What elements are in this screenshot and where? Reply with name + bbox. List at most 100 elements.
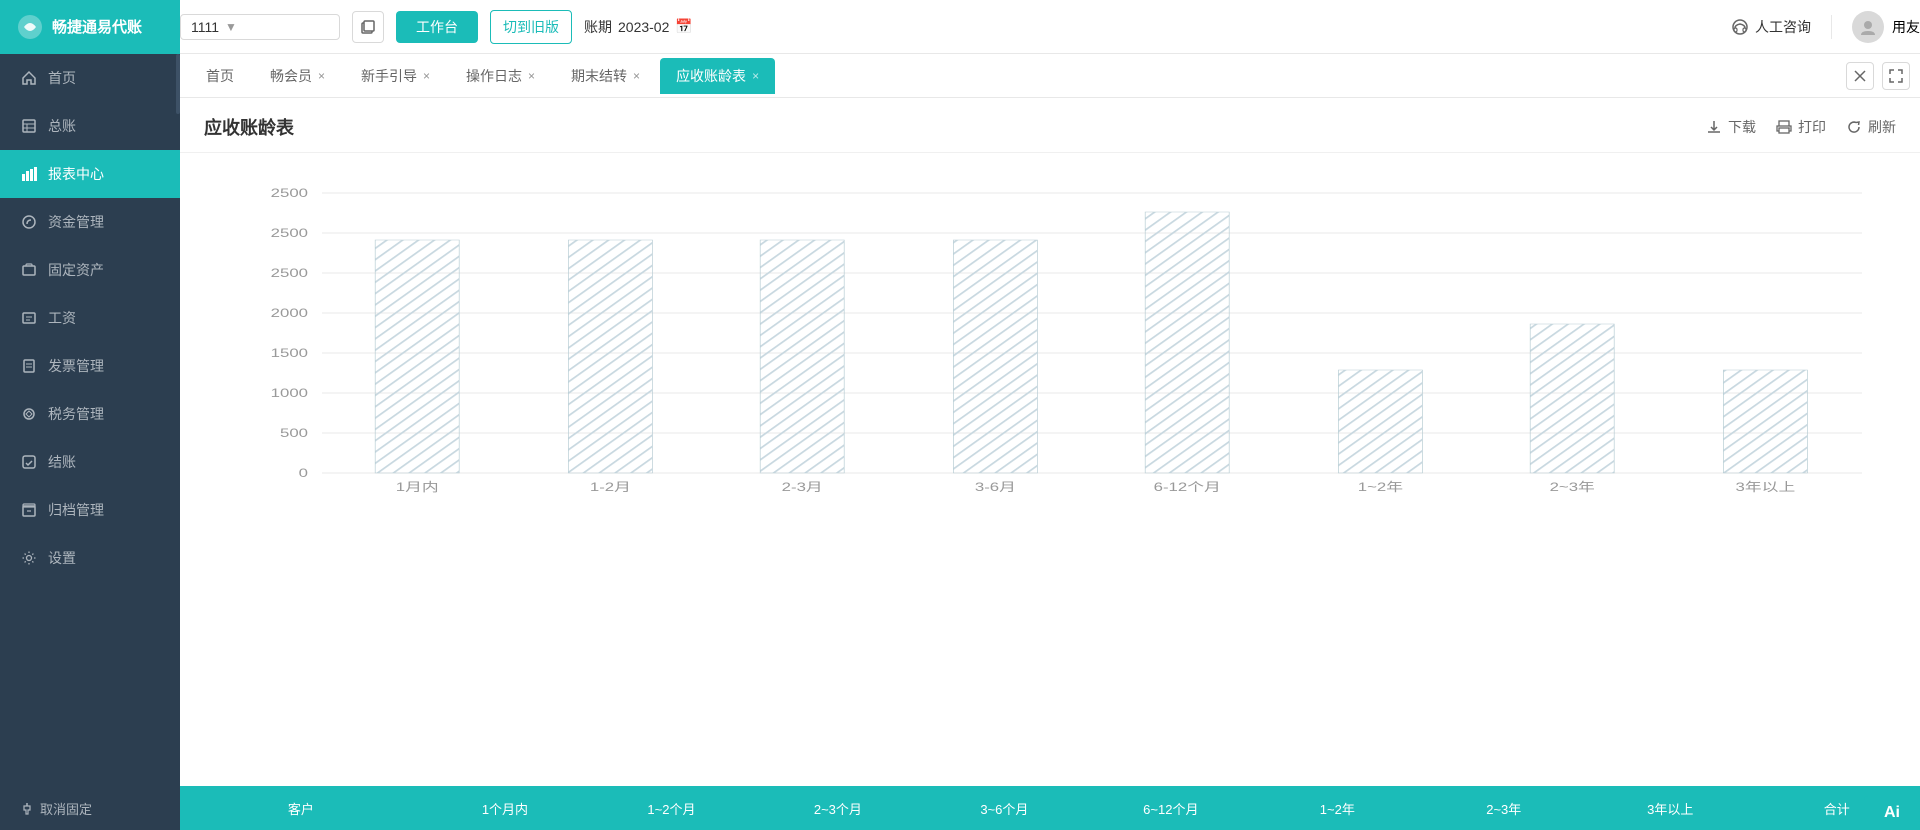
download-label: 下载 — [1728, 117, 1756, 137]
workbench-button[interactable]: 工作台 — [396, 11, 478, 43]
sidebar-label-settle: 结账 — [48, 452, 76, 472]
sidebar-label-asset: 固定资产 — [48, 260, 104, 280]
chart-container: 2500 2500 2500 2000 1500 1000 500 0 1月内 — [180, 153, 1920, 786]
sidebar-item-settle[interactable]: 结账 — [0, 438, 180, 486]
bar-6 — [1338, 370, 1422, 473]
sidebar-item-archive[interactable]: 归档管理 — [0, 486, 180, 534]
tab-member-label: 畅会员 — [270, 66, 312, 86]
tab-member-close[interactable]: × — [318, 69, 325, 83]
avatar — [1852, 11, 1884, 43]
consult-label: 人工咨询 — [1755, 17, 1811, 37]
svg-text:2~3年: 2~3年 — [1550, 480, 1595, 494]
bar-3 — [760, 240, 844, 473]
sidebar-item-tax[interactable]: 税务管理 — [0, 390, 180, 438]
tab-oplog-label: 操作日志 — [466, 66, 522, 86]
tabs-bar: 首页 畅会员 × 新手引导 × 操作日志 × 期末结转 × 应收账龄表 × — [180, 54, 1920, 98]
bar-7 — [1530, 324, 1614, 473]
logo-text: 畅捷通易代账 — [52, 16, 142, 37]
sidebar-label-tax: 税务管理 — [48, 404, 104, 424]
refresh-icon — [1846, 119, 1862, 135]
page-toolbar: 下载 打印 刷新 — [1706, 117, 1896, 137]
headset-icon — [1731, 18, 1749, 36]
svg-text:2000: 2000 — [271, 307, 308, 320]
bar-5 — [1145, 212, 1229, 473]
tab-period-end-label: 期末结转 — [571, 66, 627, 86]
svg-text:2500: 2500 — [271, 267, 308, 280]
pin-icon — [20, 802, 34, 816]
th-1-2year: 1~2年 — [1254, 799, 1420, 818]
svg-text:500: 500 — [280, 427, 308, 440]
tab-home[interactable]: 首页 — [190, 58, 250, 94]
bar-4 — [953, 240, 1037, 473]
content-area: 首页 畅会员 × 新手引导 × 操作日志 × 期末结转 × 应收账龄表 × — [180, 54, 1920, 830]
page-header: 应收账龄表 下载 打印 — [180, 98, 1920, 153]
svg-text:1000: 1000 — [271, 387, 308, 400]
home-icon — [20, 69, 38, 87]
sidebar-label-archive: 归档管理 — [48, 500, 104, 520]
bar-1 — [375, 240, 459, 473]
tab-member[interactable]: 畅会员 × — [254, 58, 341, 94]
print-label: 打印 — [1798, 117, 1826, 137]
svg-text:1-2月: 1-2月 — [590, 481, 631, 494]
sidebar-item-settings[interactable]: 设置 — [0, 534, 180, 582]
settings-icon — [20, 549, 38, 567]
tab-home-label: 首页 — [206, 66, 234, 86]
fund-icon — [20, 213, 38, 231]
download-button[interactable]: 下载 — [1706, 117, 1756, 137]
tab-ar-aging[interactable]: 应收账龄表 × — [660, 58, 775, 94]
salary-icon — [20, 309, 38, 327]
refresh-button[interactable]: 刷新 — [1846, 117, 1896, 137]
th-3-6month: 3~6个月 — [921, 799, 1087, 818]
copy-button[interactable] — [352, 11, 384, 43]
company-name: 1111 — [191, 19, 219, 35]
sidebar: 首页 总账 报表中心 — [0, 54, 180, 830]
archive-icon — [20, 501, 38, 519]
svg-text:2-3月: 2-3月 — [782, 481, 823, 494]
th-6-12month: 6~12个月 — [1088, 799, 1254, 818]
sidebar-item-invoice[interactable]: 发票管理 — [0, 342, 180, 390]
sidebar-label-salary: 工资 — [48, 308, 76, 328]
tab-period-end[interactable]: 期末结转 × — [555, 58, 656, 94]
company-selector[interactable]: 1111 ▼ — [180, 14, 340, 40]
tab-oplog-close[interactable]: × — [528, 69, 535, 83]
logo: 畅捷通易代账 — [0, 0, 180, 54]
sidebar-item-report[interactable]: 报表中心 — [0, 150, 180, 198]
asset-icon — [20, 261, 38, 279]
ai-label[interactable]: Ai — [1864, 796, 1920, 830]
svg-text:1500: 1500 — [271, 347, 308, 360]
sidebar-item-asset[interactable]: 固定资产 — [0, 246, 180, 294]
tab-oplog[interactable]: 操作日志 × — [450, 58, 551, 94]
download-icon — [1706, 119, 1722, 135]
sidebar-item-salary[interactable]: 工资 — [0, 294, 180, 342]
sidebar-item-ledger[interactable]: 总账 — [0, 102, 180, 150]
consult-button[interactable]: 人工咨询 — [1731, 17, 1811, 37]
user-menu[interactable]: 用友 — [1852, 11, 1920, 43]
tab-guide-close[interactable]: × — [423, 69, 430, 83]
cancel-fixed-button[interactable]: 取消固定 — [0, 787, 180, 830]
ledger-icon — [20, 117, 38, 135]
tab-close-all-button[interactable] — [1846, 62, 1874, 90]
tax-icon — [20, 405, 38, 423]
svg-text:3年以上: 3年以上 — [1736, 480, 1796, 494]
cancel-fixed-label: 取消固定 — [40, 799, 92, 818]
tab-guide[interactable]: 新手引导 × — [345, 58, 446, 94]
print-button[interactable]: 打印 — [1776, 117, 1826, 137]
tab-fullscreen-button[interactable] — [1882, 62, 1910, 90]
sidebar-item-home[interactable]: 首页 — [0, 54, 180, 102]
svg-text:0: 0 — [299, 467, 308, 480]
bar-chart: 2500 2500 2500 2000 1500 1000 500 0 1月内 — [210, 173, 1890, 533]
tab-period-end-close[interactable]: × — [633, 69, 640, 83]
settle-icon — [20, 453, 38, 471]
print-icon — [1776, 119, 1792, 135]
th-2-3year: 2~3年 — [1421, 799, 1587, 818]
th-customer: 客户 — [180, 799, 422, 818]
svg-text:1月内: 1月内 — [396, 480, 439, 494]
bar-8 — [1723, 370, 1807, 473]
tab-ar-aging-close[interactable]: × — [752, 69, 759, 83]
calendar-icon[interactable]: 📅 — [675, 18, 692, 35]
table-header: 客户 1个月内 1~2个月 2~3个月 3~6个月 6~12个月 1~2年 2~… — [180, 786, 1920, 830]
sidebar-label-report: 报表中心 — [48, 164, 104, 184]
switch-version-button[interactable]: 切到旧版 — [490, 10, 572, 44]
svg-text:2500: 2500 — [271, 227, 308, 240]
sidebar-item-fund[interactable]: 资金管理 — [0, 198, 180, 246]
